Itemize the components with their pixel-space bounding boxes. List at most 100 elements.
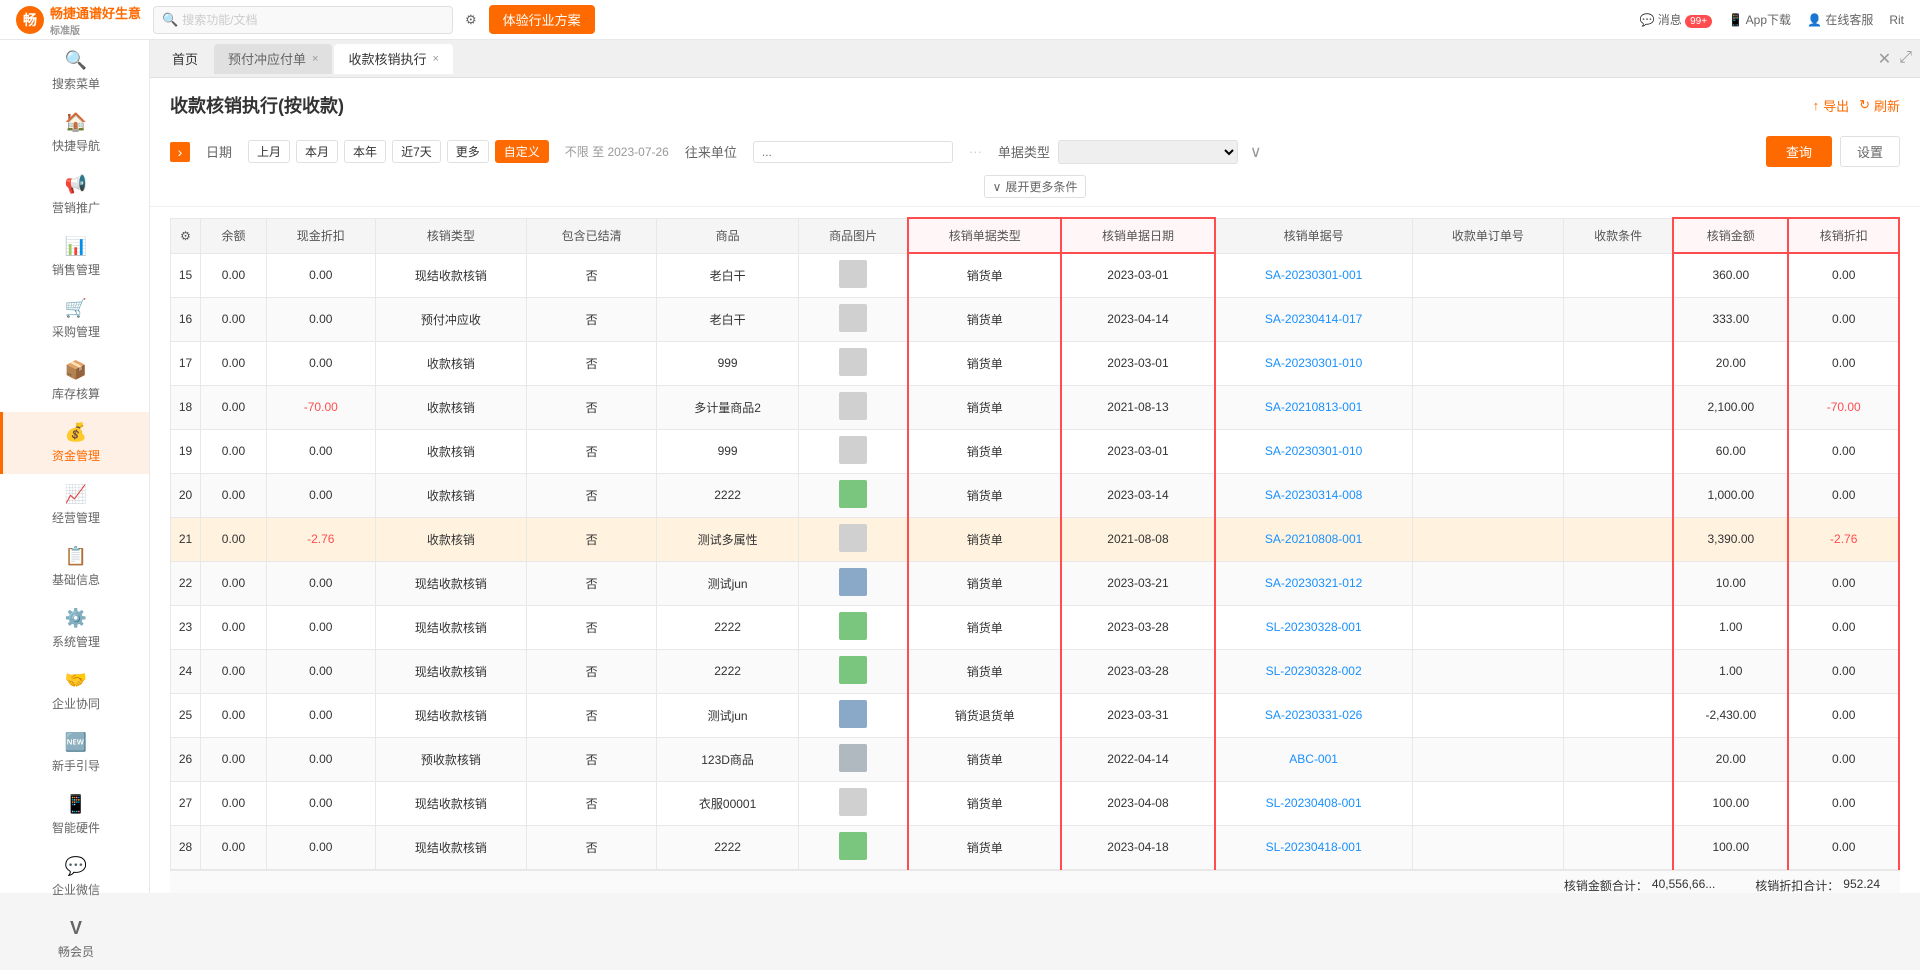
td-product: 123D商品 xyxy=(657,737,799,781)
td-doc-no[interactable]: SA-20230301-001 xyxy=(1215,253,1413,297)
td-doc-no[interactable]: SA-20210813-001 xyxy=(1215,385,1413,429)
sidebar-item-enterprise[interactable]: 🤝 企业协同 xyxy=(0,660,149,722)
sidebar-item-hardware[interactable]: 📱 智能硬件 xyxy=(0,784,149,846)
td-doc-no[interactable]: SL-20230418-001 xyxy=(1215,825,1413,869)
th-doc-date: 核销单据日期 xyxy=(1061,218,1214,253)
filter-separator: ··· xyxy=(969,144,982,159)
th-settings[interactable]: ⚙ xyxy=(171,218,201,253)
td-discount: 0.00 xyxy=(1788,473,1899,517)
tab-close-all-icon[interactable]: ✕ xyxy=(1878,49,1891,69)
settings-icon[interactable]: ⚙ xyxy=(465,12,477,28)
td-cash-discount: 0.00 xyxy=(266,825,375,869)
sidebar-item-guide[interactable]: 🆕 新手引导 xyxy=(0,722,149,784)
doc-no-link[interactable]: SA-20230331-026 xyxy=(1265,708,1362,722)
tab-home[interactable]: 首页 xyxy=(158,44,212,74)
doc-no-link[interactable]: SL-20230328-002 xyxy=(1266,664,1362,678)
date-btn-more[interactable]: 更多 xyxy=(447,140,489,163)
global-search[interactable]: 🔍 搜索功能/文档 xyxy=(153,6,453,34)
doc-no-link[interactable]: SL-20230328-001 xyxy=(1266,620,1362,634)
td-doc-no[interactable]: SA-20230301-010 xyxy=(1215,341,1413,385)
table-row: 270.000.00现结收款核销否衣服00001销货单2023-04-08SL-… xyxy=(171,781,1900,825)
refresh-button[interactable]: ↻ 刷新 xyxy=(1859,96,1900,115)
app-download-link[interactable]: 📱 App下载 xyxy=(1728,11,1791,28)
toggle-icon[interactable]: › xyxy=(170,142,190,162)
export-button[interactable]: ↑ 导出 xyxy=(1813,96,1850,115)
query-button[interactable]: 查询 xyxy=(1766,136,1832,167)
td-type: 现结收款核销 xyxy=(375,561,526,605)
td-amount: 2,100.00 xyxy=(1673,385,1788,429)
sidebar-item-wechat[interactable]: 💬 企业微信 xyxy=(0,846,149,908)
date-btn-this-month[interactable]: 本月 xyxy=(296,140,338,163)
single-type-select[interactable] xyxy=(1058,140,1238,164)
td-product: 2222 xyxy=(657,605,799,649)
td-balance: 0.00 xyxy=(201,341,267,385)
sidebar-item-system[interactable]: ⚙️ 系统管理 xyxy=(0,598,149,660)
from-unit-input[interactable] xyxy=(753,141,953,163)
sidebar-item-quicknav[interactable]: 🏠 快捷导航 xyxy=(0,102,149,164)
td-order-no xyxy=(1412,693,1563,737)
doc-no-link[interactable]: SL-20230408-001 xyxy=(1266,796,1362,810)
sidebar-item-search[interactable]: 🔍 搜索菜单 xyxy=(0,40,149,102)
doc-no-link[interactable]: SA-20230301-010 xyxy=(1265,356,1362,370)
doc-no-link[interactable]: SA-20230314-008 xyxy=(1265,488,1362,502)
marketing-icon: 📢 xyxy=(65,174,87,195)
tab-prepay-close[interactable]: × xyxy=(312,53,318,65)
date-btn-custom[interactable]: 自定义 xyxy=(495,140,549,163)
doc-no-link[interactable]: SA-20230414-017 xyxy=(1265,312,1362,326)
td-doc-no[interactable]: SA-20230301-010 xyxy=(1215,429,1413,473)
filter-toggle[interactable]: › xyxy=(170,142,190,162)
td-doc-no[interactable]: SA-20230321-012 xyxy=(1215,561,1413,605)
tab-collection-close[interactable]: × xyxy=(432,53,438,65)
td-amount: 10.00 xyxy=(1673,561,1788,605)
doc-no-link[interactable]: SA-20210813-001 xyxy=(1265,400,1362,414)
td-doc-no[interactable]: SA-20230314-008 xyxy=(1215,473,1413,517)
td-product: 2222 xyxy=(657,825,799,869)
td-doc-no[interactable]: SA-20230331-026 xyxy=(1215,693,1413,737)
td-doc-no[interactable]: SA-20230414-017 xyxy=(1215,297,1413,341)
td-doc-no[interactable]: ABC-001 xyxy=(1215,737,1413,781)
td-doc-no[interactable]: SA-20210808-001 xyxy=(1215,517,1413,561)
td-doc-no[interactable]: SL-20230328-002 xyxy=(1215,649,1413,693)
sidebar-item-sales[interactable]: 📊 销售管理 xyxy=(0,226,149,288)
sidebar-item-vip[interactable]: V 畅会员 xyxy=(0,908,149,970)
td-doc-no[interactable]: SL-20230408-001 xyxy=(1215,781,1413,825)
expand-button[interactable]: ∨ 展开更多条件 xyxy=(984,175,1087,198)
doc-no-link[interactable]: ABC-001 xyxy=(1289,752,1338,766)
online-service-link[interactable]: 👤 在线客服 xyxy=(1807,11,1873,28)
sidebar-item-marketing[interactable]: 📢 营销推广 xyxy=(0,164,149,226)
purchase-icon: 🛒 xyxy=(65,298,87,319)
doc-no-link[interactable]: SL-20230418-001 xyxy=(1266,840,1362,854)
td-product-img xyxy=(799,649,909,693)
tab-collection[interactable]: 收款核销执行 × xyxy=(334,44,452,74)
page-content: 收款核销执行(按收款) ↑ 导出 ↻ 刷新 › xyxy=(150,78,1920,893)
tab-prepay[interactable]: 预付冲应付单 × xyxy=(214,44,332,74)
td-include: 否 xyxy=(527,517,657,561)
doc-no-link[interactable]: SA-20210808-001 xyxy=(1265,532,1362,546)
sidebar-item-business[interactable]: 📈 经营管理 xyxy=(0,474,149,536)
th-type: 核销类型 xyxy=(375,218,526,253)
sidebar-item-inventory[interactable]: 📦 库存核算 xyxy=(0,350,149,412)
from-unit-label: 往来单位 xyxy=(685,142,737,161)
td-product: 999 xyxy=(657,341,799,385)
doc-no-link[interactable]: SA-20230321-012 xyxy=(1265,576,1362,590)
td-doc-type: 销货单 xyxy=(908,561,1061,605)
solution-button[interactable]: 体验行业方案 xyxy=(489,5,595,34)
td-doc-no[interactable]: SL-20230328-001 xyxy=(1215,605,1413,649)
td-include: 否 xyxy=(527,385,657,429)
sidebar-item-baseinfo[interactable]: 📋 基础信息 xyxy=(0,536,149,598)
sidebar-item-finance[interactable]: 💰 资金管理 xyxy=(0,412,149,474)
td-no: 17 xyxy=(171,341,201,385)
doc-no-link[interactable]: SA-20230301-010 xyxy=(1265,444,1362,458)
td-discount: -2.76 xyxy=(1788,517,1899,561)
td-include: 否 xyxy=(527,693,657,737)
sidebar-item-purchase[interactable]: 🛒 采购管理 xyxy=(0,288,149,350)
td-product: 老白干 xyxy=(657,253,799,297)
filter-settings-button[interactable]: 设置 xyxy=(1840,136,1900,167)
doc-no-link[interactable]: SA-20230301-001 xyxy=(1265,268,1362,282)
date-btn-7days[interactable]: 近7天 xyxy=(392,140,441,163)
tab-expand-icon[interactable]: ⤢ xyxy=(1899,49,1912,69)
date-btn-last-month[interactable]: 上月 xyxy=(248,140,290,163)
td-no: 23 xyxy=(171,605,201,649)
messages-link[interactable]: 💬 消息 99+ xyxy=(1639,11,1712,28)
date-btn-this-year[interactable]: 本年 xyxy=(344,140,386,163)
